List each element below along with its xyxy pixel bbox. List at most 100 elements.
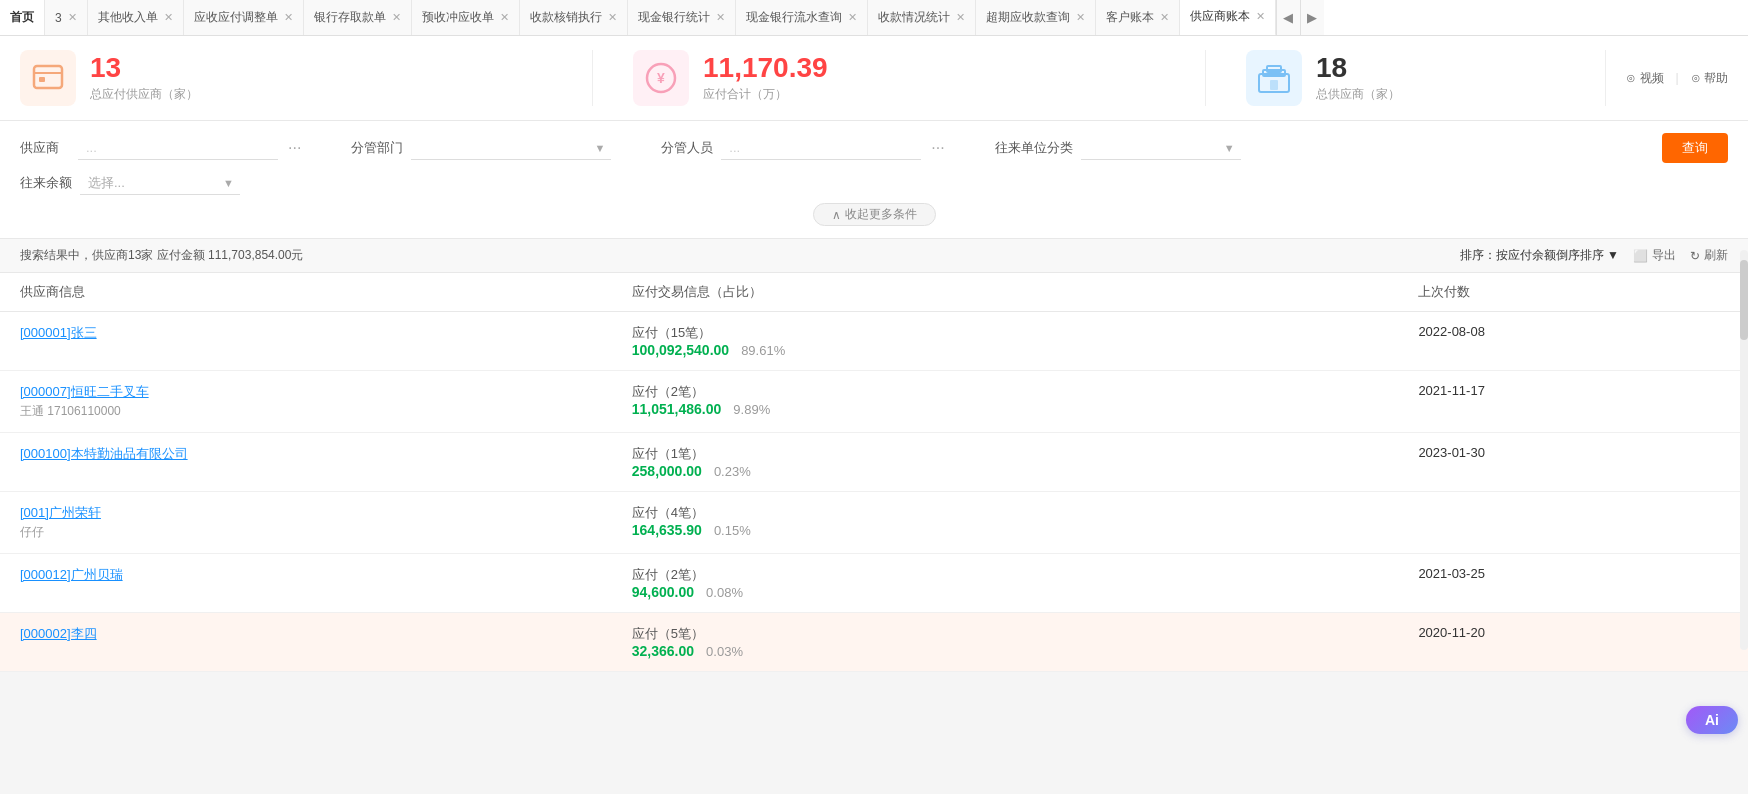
supplier-info-cell: [000007]恒旺二手叉车王通 17106110000 (0, 371, 612, 433)
balance-select[interactable]: 选择... (80, 171, 240, 195)
close-icon[interactable]: ✕ (392, 11, 401, 24)
nav-tab-home[interactable]: 首页 (0, 0, 45, 36)
help-link[interactable]: ⊙ 帮助 (1691, 70, 1728, 87)
result-bar: 搜索结果中，供应商13家 应付金额 111,703,854.00元 排序：按应付… (0, 239, 1748, 273)
top-right-links: ⊙ 视频 | ⊙ 帮助 (1606, 70, 1728, 87)
last-pay-date: 2023-01-30 (1418, 445, 1485, 460)
close-icon[interactable]: ✕ (164, 11, 173, 24)
supplier-sub-info: 仔仔 (20, 524, 592, 541)
filter-balance: 往来余额 选择... ▼ (20, 171, 240, 195)
close-icon[interactable]: ✕ (1160, 11, 1169, 24)
nav-tab-adj[interactable]: 应收应付调整单 ✕ (184, 0, 304, 36)
supplier-link[interactable]: [000001]张三 (20, 325, 97, 340)
supplier-link[interactable]: [000007]恒旺二手叉车 (20, 384, 149, 399)
balance-select-wrap: 选择... ▼ (80, 171, 240, 195)
tx-count: （4笔） (658, 505, 704, 520)
supplier-link[interactable]: [000002]李四 (20, 626, 97, 641)
tx-line2: 32,366.000.03% (632, 643, 1379, 659)
chevron-up-icon: ∧ (832, 208, 841, 222)
last-pay-cell: 2022-08-08 (1398, 312, 1748, 371)
nav-tab-collection[interactable]: 收款核销执行 ✕ (520, 0, 628, 36)
col-supplier-info: 供应商信息 (0, 273, 612, 312)
filter-area: 供应商 ··· 分管部门 ▼ 分管人员 ··· 往来单位分类 (0, 121, 1748, 239)
tx-line1: 应付（5笔） (632, 625, 1379, 643)
dept-select-wrap: ▼ (411, 136, 611, 160)
nav-tab-overdue[interactable]: 超期应收款查询 ✕ (976, 0, 1096, 36)
person-input[interactable] (721, 136, 921, 160)
table-row: [000001]张三应付（15笔）100,092,540.0089.61%202… (0, 312, 1748, 371)
nav-tab-cash-flow[interactable]: 现金银行流水查询 ✕ (736, 0, 868, 36)
supplier-link[interactable]: [000100]本特勤油品有限公司 (20, 446, 188, 461)
total-suppliers-icon (1246, 50, 1302, 106)
tx-pct: 0.15% (714, 523, 751, 538)
total-payable-icon: ¥ (633, 50, 689, 106)
scrollbar-track[interactable] (1740, 250, 1748, 650)
video-link[interactable]: ⊙ 视频 (1626, 70, 1663, 87)
table-row: [000007]恒旺二手叉车王通 17106110000应付（2笔）11,051… (0, 371, 1748, 433)
collapse-button[interactable]: ∧ 收起更多条件 (813, 203, 936, 226)
tx-type-label: 应付 (632, 567, 658, 582)
close-icon[interactable]: ✕ (68, 11, 77, 24)
search-button[interactable]: 查询 (1662, 133, 1728, 163)
total-payable-num: 11,170.39 (703, 53, 828, 84)
tx-pct: 0.23% (714, 464, 751, 479)
tx-line1: 应付（4笔） (632, 504, 1379, 522)
filter-row-1: 供应商 ··· 分管部门 ▼ 分管人员 ··· 往来单位分类 (20, 133, 1728, 163)
tx-info-cell: 应付（4笔）164,635.90 0.15% (612, 492, 1399, 554)
nav-tab-num[interactable]: 3 ✕ (45, 0, 88, 36)
table-row: [000002]李四 应付（5笔）32,366.000.03% 2020-11-20 (0, 613, 1748, 672)
tx-line1: 应付（1笔） (632, 445, 1379, 463)
nav-right-arrow[interactable]: ▶ (1300, 0, 1324, 36)
nav-tab-other-income[interactable]: 其他收入单 ✕ (88, 0, 184, 36)
tx-count: （2笔） (658, 567, 704, 582)
tx-info-cell: 应付（1笔）258,000.000.23% (612, 433, 1399, 492)
category-select[interactable] (1081, 136, 1241, 160)
nav-tab-bank[interactable]: 银行存取款单 ✕ (304, 0, 412, 36)
person-dots-icon[interactable]: ··· (931, 140, 944, 156)
dept-select[interactable] (411, 136, 611, 160)
dept-label: 分管部门 (351, 139, 403, 157)
summary-text-total: 11,170.39 应付合计（万） (703, 53, 828, 103)
payable-suppliers-label: 总应付供应商（家） (90, 86, 198, 103)
last-pay-cell: 2020-11-20 (1398, 613, 1748, 672)
close-icon[interactable]: ✕ (284, 11, 293, 24)
close-icon[interactable]: ✕ (1076, 11, 1085, 24)
nav-tab-prepay[interactable]: 预收冲应收单 ✕ (412, 0, 520, 36)
sort-label[interactable]: 排序：按应付余额倒序排序 ▼ (1460, 247, 1619, 264)
last-pay-cell: 2021-11-17 (1398, 371, 1748, 433)
refresh-button[interactable]: ↻ 刷新 (1690, 247, 1728, 264)
nav-tab-cash-stat[interactable]: 现金银行统计 ✕ (628, 0, 736, 36)
col-tx-info: 应付交易信息（占比） (612, 273, 1399, 312)
nav-left-arrow[interactable]: ◀ (1276, 0, 1300, 36)
tx-type-label: 应付 (632, 446, 658, 461)
tx-info-cell: 应付（2笔） 94,600.000.08% (612, 554, 1399, 613)
supplier-input[interactable] (78, 136, 278, 160)
nav-tab-supplier-book[interactable]: 供应商账本 ✕ (1180, 0, 1276, 36)
close-icon[interactable]: ✕ (956, 11, 965, 24)
tx-line2: 94,600.000.08% (632, 584, 1379, 600)
tx-count: （15笔） (658, 325, 711, 340)
close-icon[interactable]: ✕ (1256, 10, 1265, 23)
close-icon[interactable]: ✕ (716, 11, 725, 24)
close-icon[interactable]: ✕ (500, 11, 509, 24)
scrollbar-thumb[interactable] (1740, 260, 1748, 340)
nav-tab-collection-stat[interactable]: 收款情况统计 ✕ (868, 0, 976, 36)
table-row: [001]广州荣轩仔仔 应付（4笔）164,635.90 0.15% (0, 492, 1748, 554)
tx-line1: 应付（15笔） (632, 324, 1379, 342)
filter-person: 分管人员 ··· (661, 136, 944, 160)
supplier-link[interactable]: [000012]广州贝瑞 (20, 567, 123, 582)
supplier-link[interactable]: [001]广州荣轩 (20, 505, 101, 520)
export-button[interactable]: ⬜ 导出 (1633, 247, 1676, 264)
tx-amount: 164,635.90 (632, 522, 702, 538)
supplier-info-cell: [000001]张三 (0, 312, 612, 371)
tx-count: （2笔） (658, 384, 704, 399)
supplier-dots-icon[interactable]: ··· (288, 140, 301, 156)
tx-pct: 89.61% (741, 343, 785, 358)
nav-tab-customer-book[interactable]: 客户账本 ✕ (1096, 0, 1180, 36)
chevron-down-sort-icon: ▼ (1607, 248, 1619, 262)
tx-amount: 32,366.00 (632, 643, 694, 659)
supplier-info-cell: [000002]李四 (0, 613, 612, 672)
supplier-sub-info: 王通 17106110000 (20, 403, 592, 420)
close-icon[interactable]: ✕ (848, 11, 857, 24)
close-icon[interactable]: ✕ (608, 11, 617, 24)
